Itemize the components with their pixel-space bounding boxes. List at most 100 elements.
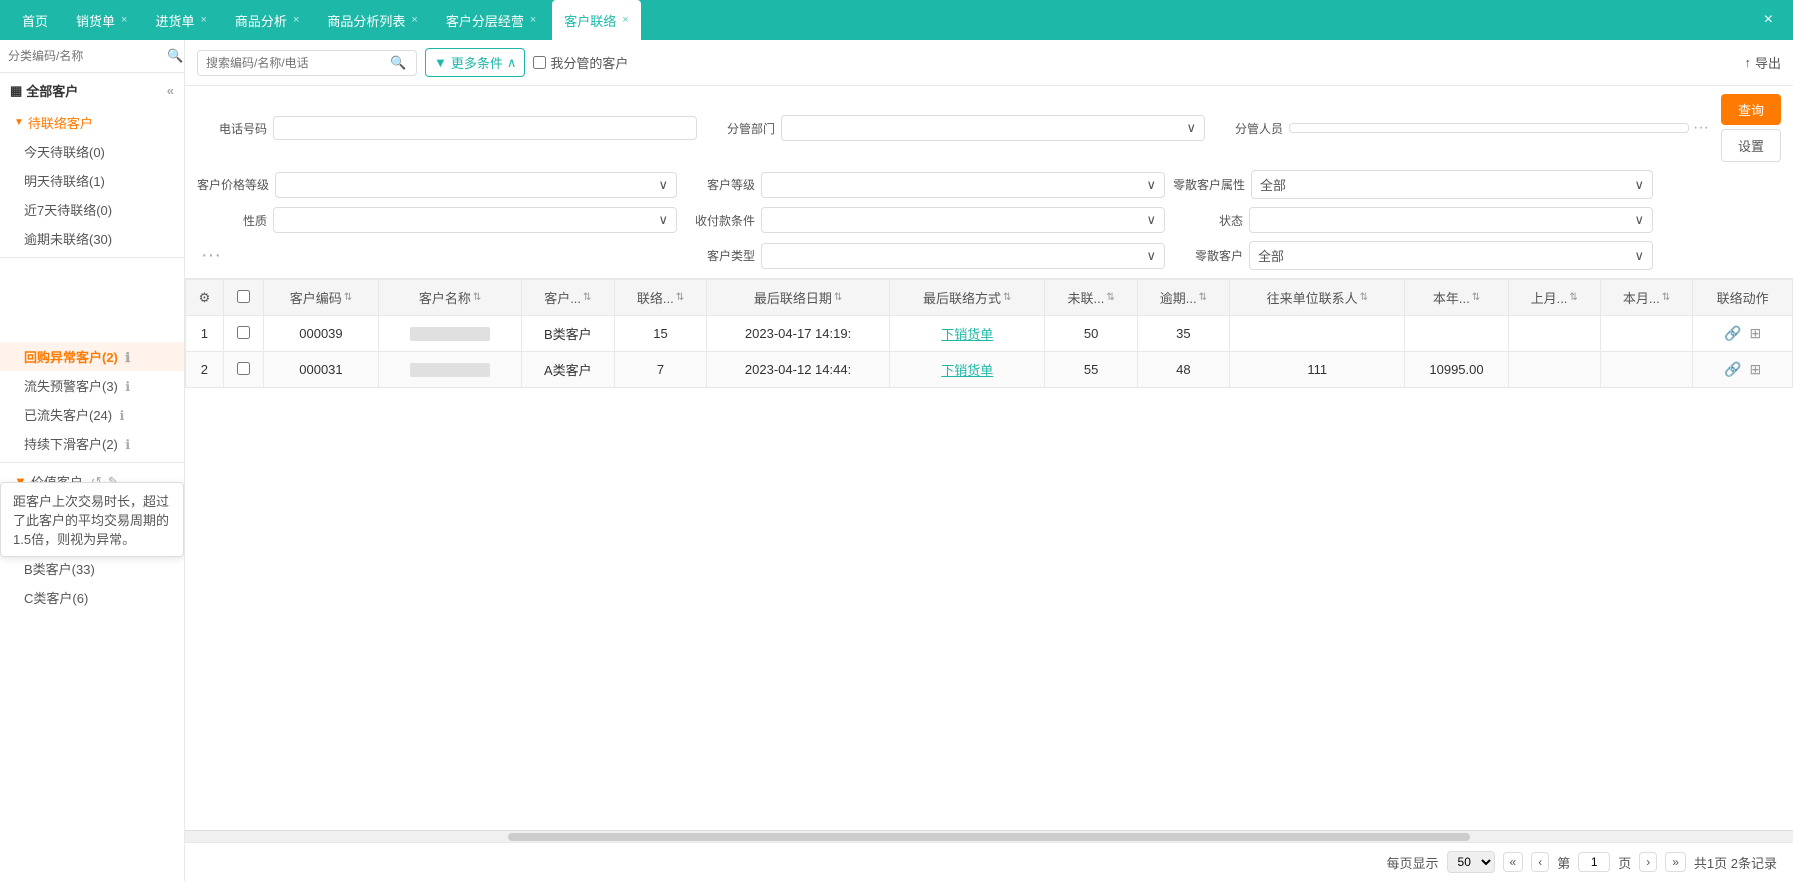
- top-nav: 首页 销货单 × 进货单 × 商品分析 × 商品分析列表 × 客户分层经营 × …: [0, 0, 1793, 40]
- col-unit-contact[interactable]: 往来单位联系人⇅: [1230, 280, 1405, 316]
- filter-retail-select[interactable]: 全部 ∨: [1249, 241, 1653, 270]
- total-label: 共1页 2条记录: [1694, 853, 1777, 872]
- col-last-method[interactable]: 最后联络方式⇅: [889, 280, 1044, 316]
- filter-nature-select[interactable]: ∨: [273, 207, 677, 233]
- col-last-month[interactable]: 上月...⇅: [1508, 280, 1600, 316]
- filter-payment-select[interactable]: ∨: [761, 207, 1165, 233]
- next-page-button[interactable]: ›: [1639, 852, 1657, 872]
- row1-checkbox-cell[interactable]: [223, 316, 263, 352]
- col-last-date-sort-icon: ⇅: [834, 292, 842, 303]
- tab-sales-order[interactable]: 销货单 ×: [64, 0, 139, 40]
- select-all-checkbox[interactable]: [237, 290, 250, 303]
- sidebar-item-declining[interactable]: 持续下滑客户(2) ℹ: [0, 429, 184, 458]
- sidebar-collapse-btn[interactable]: «: [167, 83, 174, 98]
- row2-link-icon[interactable]: 🔗: [1724, 361, 1741, 378]
- sidebar-item-repurchase-abnormal[interactable]: 回购异常客户(2) ℹ: [0, 342, 184, 371]
- sidebar: 🔍 ▦ 全部客户 « ▼ 待联络客户 今天待联络(0) 明天待联络(1) 近7天…: [0, 40, 185, 881]
- row1-method-link[interactable]: 下销货单: [941, 327, 993, 342]
- sidebar-item-class-b-label: B类客户(33): [24, 562, 95, 577]
- scrollbar-thumb[interactable]: [508, 833, 1470, 841]
- pending-arrow-icon: ▼: [14, 117, 24, 128]
- settings-button[interactable]: 设置: [1721, 129, 1781, 162]
- filter-clevel-select[interactable]: ∨: [761, 172, 1165, 198]
- my-customers-checkbox-label[interactable]: 我分管的客户: [533, 53, 628, 72]
- row1-link-icon[interactable]: 🔗: [1724, 325, 1741, 342]
- col-last-method-sort-icon: ⇅: [1003, 292, 1011, 303]
- first-page-button[interactable]: «: [1503, 852, 1524, 872]
- sidebar-item-overdue[interactable]: 逾期未联络(30): [0, 224, 184, 253]
- my-customers-checkbox[interactable]: [533, 56, 546, 69]
- more-filter-button[interactable]: ▼ 更多条件 ∧: [425, 48, 525, 77]
- row1-code: 000039: [263, 316, 379, 352]
- last-page-button[interactable]: »: [1665, 852, 1686, 872]
- settings-icon[interactable]: ⚙: [199, 290, 211, 305]
- col-uncontacted[interactable]: 未联...⇅: [1045, 280, 1137, 316]
- current-page-input[interactable]: [1578, 852, 1610, 872]
- sidebar-item-tomorrow[interactable]: 明天待联络(1): [0, 166, 184, 195]
- col-last-date[interactable]: 最后联络日期⇅: [707, 280, 890, 316]
- page-size-select[interactable]: 50: [1447, 851, 1495, 873]
- filter-dept-select[interactable]: ∨: [781, 115, 1205, 141]
- filter-manager-dots[interactable]: ···: [1689, 119, 1713, 137]
- sidebar-search-input[interactable]: [8, 49, 163, 63]
- row2-last-method[interactable]: 下销货单: [889, 352, 1044, 388]
- horizontal-scrollbar[interactable]: [185, 830, 1793, 842]
- row2-overdue: 48: [1137, 352, 1229, 388]
- export-button[interactable]: ↑ 导出: [1744, 53, 1781, 72]
- pending-group[interactable]: ▼ 待联络客户: [0, 108, 184, 137]
- col-type[interactable]: 客户...⇅: [521, 280, 614, 316]
- col-checkbox[interactable]: [223, 280, 263, 316]
- row2-grid-icon[interactable]: ⊞: [1749, 361, 1761, 378]
- tab-customer-contact[interactable]: 客户联络 ×: [552, 0, 640, 40]
- row1-last-method[interactable]: 下销货单: [889, 316, 1044, 352]
- row2-method-link[interactable]: 下销货单: [941, 363, 993, 378]
- sidebar-item-class-b[interactable]: B类客户(33): [0, 554, 184, 583]
- row2-name: [379, 352, 522, 388]
- sidebar-search-icon[interactable]: 🔍: [167, 48, 183, 64]
- tab-product-analysis-list[interactable]: 商品分析列表 ×: [315, 0, 429, 40]
- tab-cc-close[interactable]: ×: [622, 14, 628, 26]
- row1-checkbox[interactable]: [237, 326, 250, 339]
- export-label: 导出: [1755, 53, 1781, 72]
- tab-product-analysis[interactable]: 商品分析 ×: [223, 0, 311, 40]
- row1-unit-contact: [1230, 316, 1405, 352]
- col-annual[interactable]: 本年...⇅: [1405, 280, 1508, 316]
- tab-purchase-close[interactable]: ×: [200, 14, 206, 26]
- tab-pal-close[interactable]: ×: [411, 14, 417, 26]
- col-overdue[interactable]: 逾期...⇅: [1137, 280, 1229, 316]
- col-name[interactable]: 客户名称⇅: [379, 280, 522, 316]
- filter-more-dots-btn[interactable]: ···: [197, 244, 225, 267]
- sidebar-item-class-c[interactable]: C类客户(6): [0, 583, 184, 612]
- col-settings[interactable]: ⚙: [186, 280, 224, 316]
- row2-checkbox-cell[interactable]: [223, 352, 263, 388]
- tab-sales-close[interactable]: ×: [121, 14, 127, 26]
- filter-phone-input[interactable]: [273, 116, 697, 140]
- col-last-method-label: 最后联络方式: [923, 288, 1001, 307]
- filter-manager-select[interactable]: [1289, 123, 1689, 133]
- col-code[interactable]: 客户编码⇅: [263, 280, 379, 316]
- row1-grid-icon[interactable]: ⊞: [1749, 325, 1761, 342]
- tab-customer-segment[interactable]: 客户分层经营 ×: [434, 0, 548, 40]
- tab-purchase-order[interactable]: 进货单 ×: [143, 0, 218, 40]
- sidebar-item-7days[interactable]: 近7天待联络(0): [0, 195, 184, 224]
- col-contact-count[interactable]: 联络...⇅: [614, 280, 706, 316]
- prev-page-button[interactable]: ‹: [1531, 852, 1549, 872]
- sidebar-search[interactable]: 🔍: [0, 40, 184, 73]
- sidebar-item-churned[interactable]: 已流失客户(24) ℹ: [0, 400, 184, 429]
- main-search-box[interactable]: 🔍: [197, 50, 417, 76]
- main-search-icon[interactable]: 🔍: [390, 55, 406, 71]
- query-button[interactable]: 查询: [1721, 94, 1781, 125]
- col-this-month[interactable]: 本月...⇅: [1600, 280, 1692, 316]
- sidebar-item-churn-warning[interactable]: 流失预警客户(3) ℹ: [0, 371, 184, 400]
- filter-retail-attr-select[interactable]: 全部 ∨: [1251, 170, 1653, 199]
- filter-price-select[interactable]: ∨: [275, 172, 677, 198]
- row2-checkbox[interactable]: [237, 362, 250, 375]
- main-search-input[interactable]: [206, 56, 386, 70]
- filter-ctype-select[interactable]: ∨: [761, 243, 1165, 269]
- tab-pa-close[interactable]: ×: [293, 14, 299, 26]
- sidebar-item-today[interactable]: 今天待联络(0): [0, 137, 184, 166]
- tab-home[interactable]: 首页: [10, 0, 60, 40]
- tab-cs-close[interactable]: ×: [530, 14, 536, 26]
- window-close-button[interactable]: ×: [1754, 11, 1783, 29]
- filter-status-select[interactable]: ∨: [1249, 207, 1653, 233]
